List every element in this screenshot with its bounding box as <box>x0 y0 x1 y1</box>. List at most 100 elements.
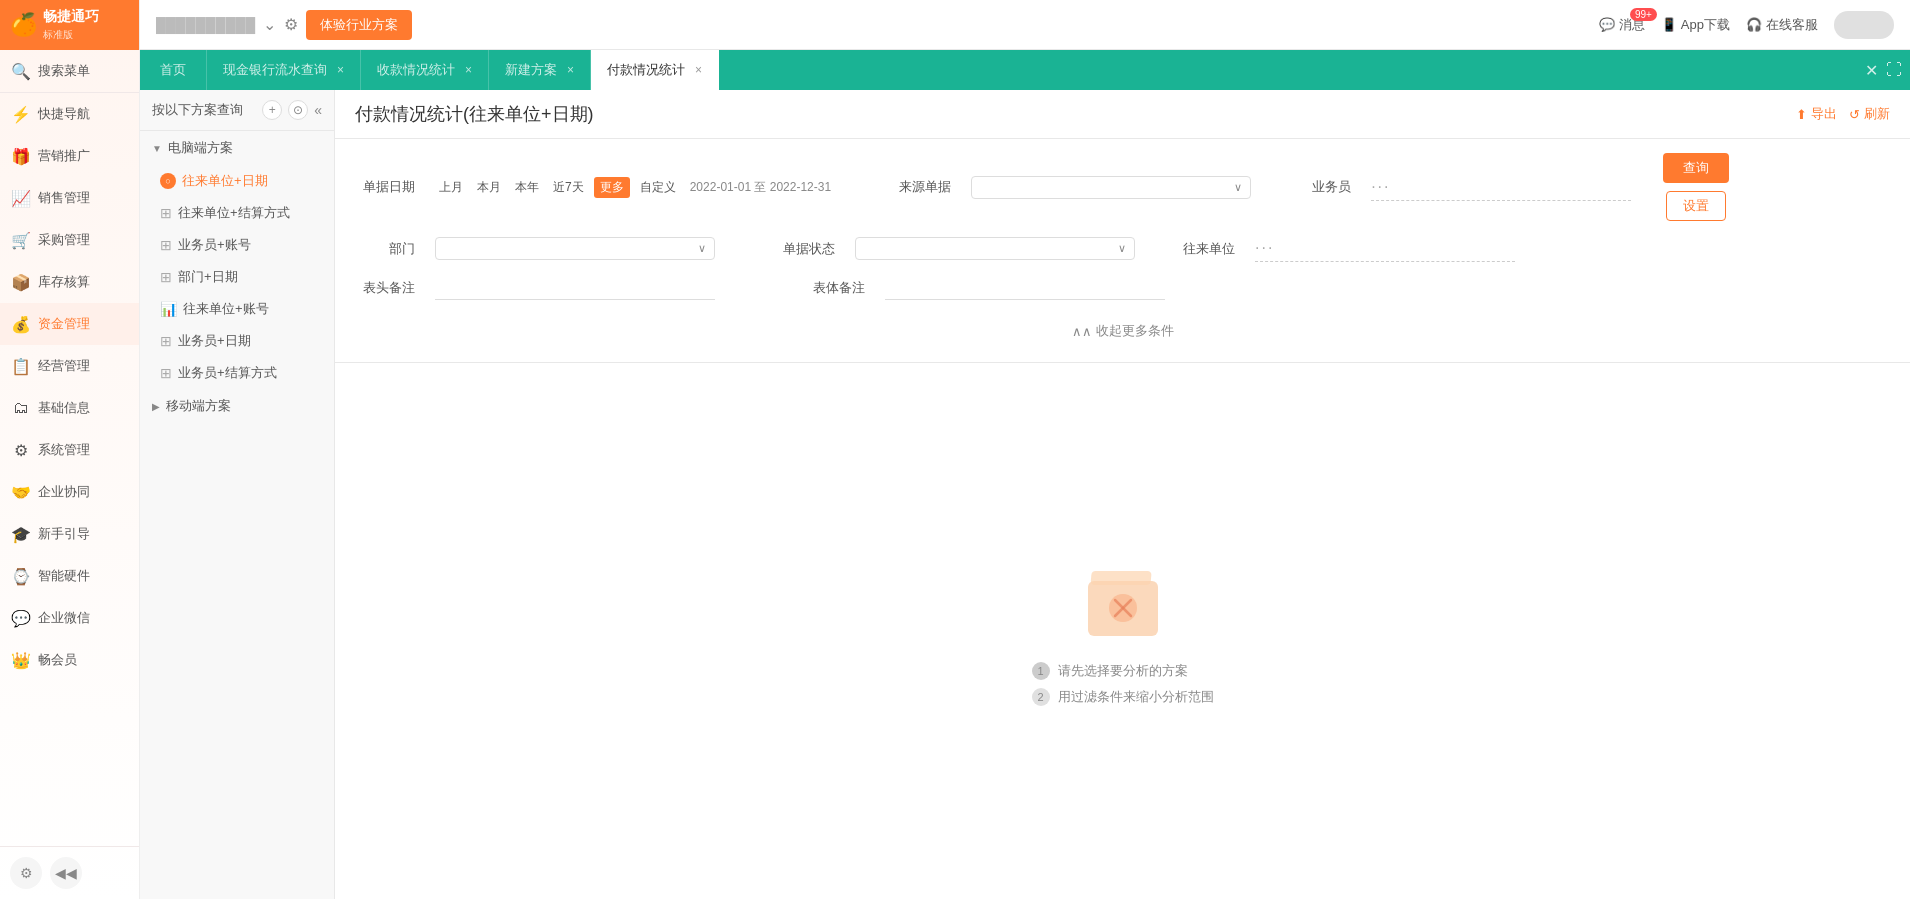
header-gear-btn[interactable]: ⌄ <box>263 15 276 34</box>
collapse-sidebar-btn[interactable]: ◀◀ <box>50 857 82 889</box>
app-name: 畅捷通巧 <box>43 8 99 26</box>
scheme-dept-date-label: 部门+日期 <box>178 268 238 286</box>
date-opt-custom[interactable]: 自定义 <box>636 177 680 198</box>
staff-input[interactable]: ··· <box>1371 174 1631 201</box>
close-all-tabs-btn[interactable]: ✕ <box>1865 61 1878 80</box>
body-note-input[interactable] <box>885 276 1165 300</box>
source-chevron-icon: ∨ <box>1234 181 1242 194</box>
add-scheme-btn[interactable]: + <box>262 100 282 120</box>
scheme-staff-date-label: 业务员+日期 <box>178 332 251 350</box>
guide-icon: 🎓 <box>12 525 30 543</box>
scheme-partner-account[interactable]: 📊 往来单位+账号 <box>148 293 334 325</box>
mobile-category-label: 移动端方案 <box>166 397 231 415</box>
tab-payment-close[interactable]: × <box>695 63 702 77</box>
source-select[interactable]: ∨ <box>971 176 1251 199</box>
sidebar-item-basic[interactable]: 🗂 基础信息 <box>0 387 139 429</box>
maximize-btn[interactable]: ⛶ <box>1886 61 1902 79</box>
sidebar-item-wechat[interactable]: 💬 企业微信 <box>0 597 139 639</box>
date-opt-this-month[interactable]: 本月 <box>473 177 505 198</box>
body-note-label: 表体备注 <box>795 279 865 297</box>
date-opt-last-month[interactable]: 上月 <box>435 177 467 198</box>
collapse-scheme-btn[interactable]: « <box>314 102 322 118</box>
refresh-btn[interactable]: ↺ 刷新 <box>1849 105 1890 123</box>
header-title-blur: ██████████ <box>156 17 255 33</box>
online-service-btn[interactable]: 🎧 在线客服 <box>1746 16 1818 34</box>
wechat-label: 企业微信 <box>38 609 90 627</box>
tab-new-scheme[interactable]: 新建方案 × <box>489 50 591 90</box>
sidebar-bottom: ⚙ ◀◀ <box>0 846 139 899</box>
tab-payment[interactable]: 付款情况统计 × <box>591 50 719 90</box>
try-industry-btn[interactable]: 体验行业方案 <box>306 10 412 40</box>
staff-label: 业务员 <box>1291 178 1351 196</box>
sidebar-item-hardware[interactable]: ⌚ 智能硬件 <box>0 555 139 597</box>
content-area: 按以下方案查询 + ⊙ « ▼ 电脑端方案 ○ 往来单位+日期 <box>140 90 1910 899</box>
basic-label: 基础信息 <box>38 399 90 417</box>
empty-illustration <box>1073 556 1173 646</box>
scheme-staff-account[interactable]: ⊞ 业务员+账号 <box>148 229 334 261</box>
head-note-input[interactable] <box>435 276 715 300</box>
doc-status-select[interactable]: ∨ <box>855 237 1135 260</box>
scheme-partner-date[interactable]: ○ 往来单位+日期 <box>148 165 334 197</box>
sidebar-item-guide[interactable]: 🎓 新手引导 <box>0 513 139 555</box>
tab-payment-label: 付款情况统计 <box>607 61 685 79</box>
dept-select[interactable]: ∨ <box>435 237 715 260</box>
tab-income-close[interactable]: × <box>465 63 472 77</box>
message-icon: 💬 <box>1599 17 1615 32</box>
tab-bank-close[interactable]: × <box>337 63 344 77</box>
page-title-bar: 付款情况统计(往来单位+日期) ⬆ 导出 ↺ 刷新 <box>335 90 1910 139</box>
sidebar-item-marketing[interactable]: 🎁 营销推广 <box>0 135 139 177</box>
sidebar-item-finance[interactable]: 💰 资金管理 <box>0 303 139 345</box>
quicknav-label: 快捷导航 <box>38 105 90 123</box>
sidebar-item-inventory[interactable]: 📦 库存核算 <box>0 261 139 303</box>
tab-home[interactable]: 首页 <box>140 50 207 90</box>
date-opt-this-year[interactable]: 本年 <box>511 177 543 198</box>
date-opt-7days[interactable]: 近7天 <box>549 177 588 198</box>
message-btn[interactable]: 💬 消息 99+ <box>1599 16 1645 34</box>
sidebar-item-system[interactable]: ⚙ 系统管理 <box>0 429 139 471</box>
purchase-icon: 🛒 <box>12 231 30 249</box>
user-avatar[interactable] <box>1834 11 1894 39</box>
filter-settings-btn[interactable]: 设置 <box>1666 191 1726 221</box>
tab-bank[interactable]: 现金银行流水查询 × <box>207 50 361 90</box>
collab-label: 企业协同 <box>38 483 90 501</box>
sidebar-item-purchase[interactable]: 🛒 采购管理 <box>0 219 139 261</box>
right-content: 付款情况统计(往来单位+日期) ⬆ 导出 ↺ 刷新 单据日期 <box>335 90 1910 899</box>
search-label: 搜索菜单 <box>38 62 90 80</box>
scheme-staff-settle[interactable]: ⊞ 业务员+结算方式 <box>148 357 334 389</box>
sidebar-item-quicknav[interactable]: ⚡ 快捷导航 <box>0 93 139 135</box>
manage-scheme-btn[interactable]: ⊙ <box>288 100 308 120</box>
header-settings-btn[interactable]: ⚙ <box>284 15 298 34</box>
partner-input[interactable]: ··· <box>1255 235 1515 262</box>
tab-income[interactable]: 收款情况统计 × <box>361 50 489 90</box>
scheme-staff-date[interactable]: ⊞ 业务员+日期 <box>148 325 334 357</box>
settings-gear-btn[interactable]: ⚙ <box>10 857 42 889</box>
sidebar-item-member[interactable]: 👑 畅会员 <box>0 639 139 681</box>
query-btn[interactable]: 查询 <box>1663 153 1729 183</box>
finance-label: 资金管理 <box>38 315 90 333</box>
sidebar-item-sales[interactable]: 📈 销售管理 <box>0 177 139 219</box>
app-download-label: App下载 <box>1681 16 1730 34</box>
tab-income-label: 收款情况统计 <box>377 61 455 79</box>
headset-icon: 🎧 <box>1746 17 1762 32</box>
refresh-icon: ↺ <box>1849 107 1860 122</box>
sidebar-search[interactable]: 🔍 搜索菜单 <box>0 50 139 93</box>
tab-new-scheme-close[interactable]: × <box>567 63 574 77</box>
date-opt-more[interactable]: 更多 <box>594 177 630 198</box>
scheme-dept-date[interactable]: ⊞ 部门+日期 <box>148 261 334 293</box>
export-label: 导出 <box>1811 105 1837 123</box>
pc-category-header[interactable]: ▼ 电脑端方案 <box>140 131 334 165</box>
sidebar-item-collab[interactable]: 🤝 企业协同 <box>0 471 139 513</box>
sidebar-item-operation[interactable]: 📋 经营管理 <box>0 345 139 387</box>
source-label: 来源单据 <box>881 178 951 196</box>
export-btn[interactable]: ⬆ 导出 <box>1796 105 1837 123</box>
filter-row-3: 表头备注 表体备注 <box>355 276 1890 300</box>
collapse-more-btn[interactable]: ∧∧ 收起更多条件 <box>1072 322 1174 340</box>
app-download-btn[interactable]: 📱 App下载 <box>1661 16 1730 34</box>
header-right: 💬 消息 99+ 📱 App下载 🎧 在线客服 <box>1599 11 1894 39</box>
empty-text-container: 1 请先选择要分析的方案 2 用过滤条件来缩小分析范围 <box>1032 662 1214 706</box>
page-title-actions: ⬆ 导出 ↺ 刷新 <box>1796 105 1890 123</box>
mobile-category-header[interactable]: ▶ 移动端方案 <box>140 389 334 423</box>
dept-label: 部门 <box>355 240 415 258</box>
scheme-partner-settle[interactable]: ⊞ 往来单位+结算方式 <box>148 197 334 229</box>
tab-bank-label: 现金银行流水查询 <box>223 61 327 79</box>
